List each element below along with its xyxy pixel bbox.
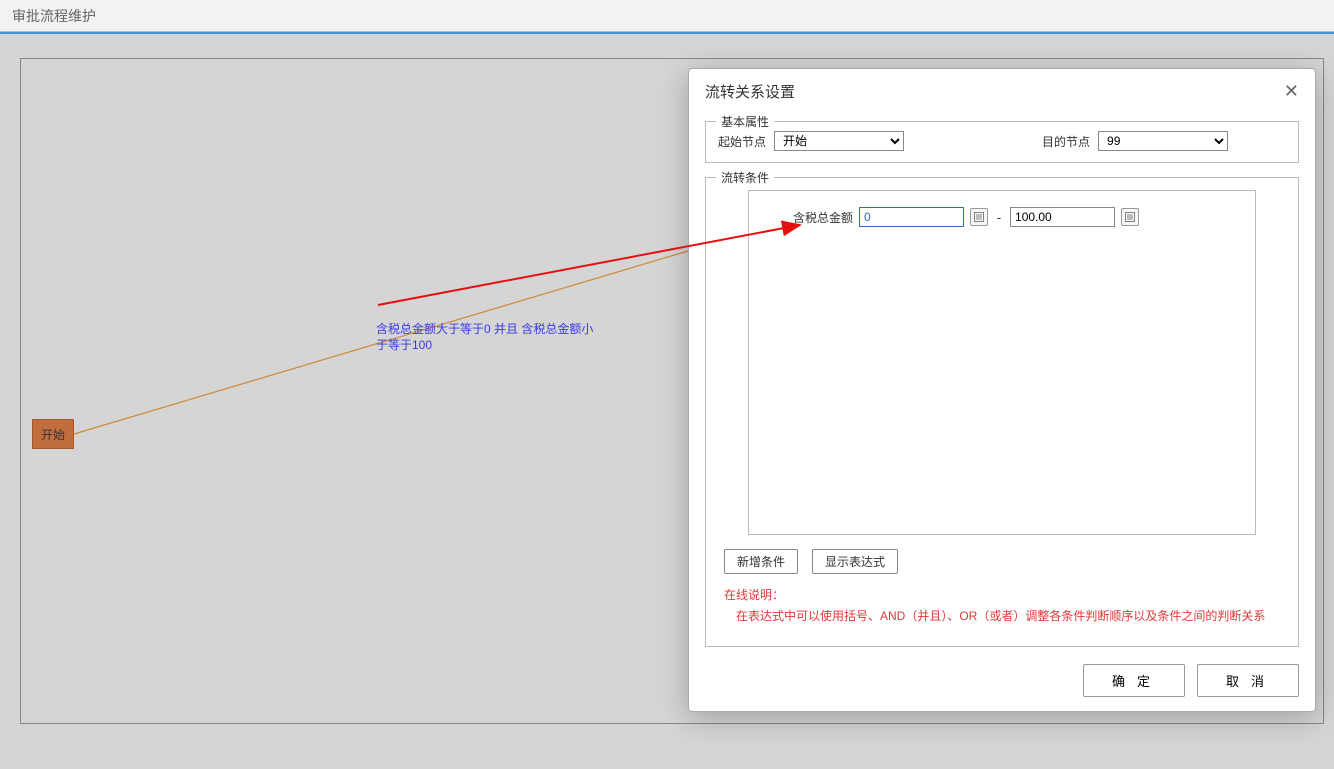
dialog-footer: 确定 取消: [689, 651, 1315, 711]
dialog-body: 基本属性 起始节点 开始 目的节点 99 流转条件 含税总金额: [689, 115, 1315, 651]
help-text: 在表达式中可以使用括号、AND（并且）、OR（或者）调整各条件判断顺序以及条件之…: [736, 607, 1286, 624]
help-title: 在线说明：: [724, 586, 1286, 603]
flow-condition-fieldset: 流转条件 含税总金额 - 新增条件 显: [705, 177, 1299, 647]
condition-field-label: 含税总金额: [793, 209, 853, 226]
basic-legend: 基本属性: [716, 115, 774, 130]
start-node-select[interactable]: 开始: [774, 131, 904, 151]
dest-node-row: 目的节点 99: [1042, 131, 1228, 151]
add-condition-button[interactable]: 新增条件: [724, 549, 798, 574]
ok-button[interactable]: 确定: [1083, 664, 1185, 697]
dest-node-select[interactable]: 99: [1098, 131, 1228, 151]
condition-actions: 新增条件 显示表达式: [724, 549, 1286, 574]
condition-row: 含税总金额 -: [793, 207, 1239, 227]
basic-properties-fieldset: 基本属性 起始节点 开始 目的节点 99: [705, 121, 1299, 163]
start-node-row: 起始节点 开始: [718, 131, 904, 151]
dialog-header: 流转关系设置 ✕: [689, 69, 1315, 115]
inline-help: 在线说明： 在表达式中可以使用括号、AND（并且）、OR（或者）调整各条件判断顺…: [724, 586, 1286, 624]
dialog-title: 流转关系设置: [705, 81, 795, 102]
condition-panel: 含税总金额 -: [748, 190, 1256, 535]
start-node-label: 起始节点: [718, 133, 766, 150]
page-header: 审批流程维护: [0, 0, 1334, 32]
show-expression-button[interactable]: 显示表达式: [812, 549, 898, 574]
flow-relation-dialog: 流转关系设置 ✕ 基本属性 起始节点 开始 目的节点 99 流转条: [688, 68, 1316, 712]
condition-legend: 流转条件: [716, 169, 774, 186]
range-dash: -: [994, 210, 1004, 225]
calculator-icon[interactable]: [970, 208, 988, 226]
flow-condition-label: 含税总金额大于等于0 并且 含税总金额小于等于100: [376, 322, 596, 353]
start-node[interactable]: 开始: [32, 419, 74, 449]
calculator-icon[interactable]: [1121, 208, 1139, 226]
cancel-button[interactable]: 取消: [1197, 664, 1299, 697]
range-from-input[interactable]: [859, 207, 964, 227]
dest-node-label: 目的节点: [1042, 133, 1090, 150]
close-icon[interactable]: ✕: [1284, 81, 1299, 102]
range-to-input[interactable]: [1010, 207, 1115, 227]
start-node-label: 开始: [41, 426, 65, 443]
page-title: 审批流程维护: [12, 6, 96, 26]
